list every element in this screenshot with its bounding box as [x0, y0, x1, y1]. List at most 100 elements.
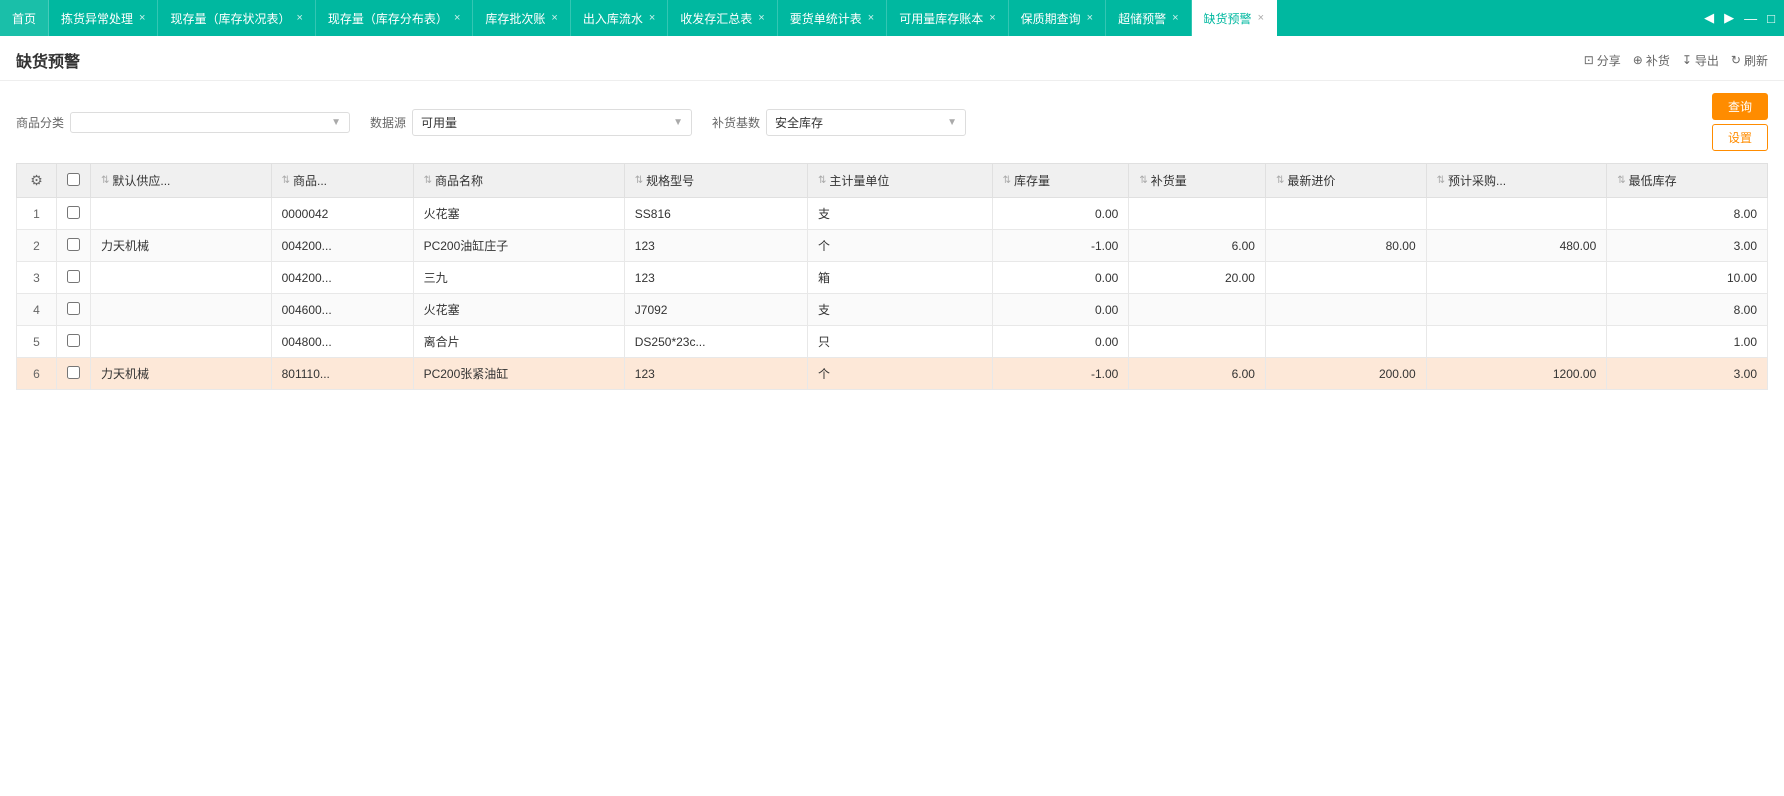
supplier-column-header[interactable]: ⇅默认供应... — [91, 164, 272, 198]
tab-close-icon[interactable]: × — [1087, 12, 1093, 24]
tab-close-icon[interactable]: × — [758, 12, 764, 24]
replenish-base-select[interactable]: 安全库存 ▼ — [766, 109, 966, 136]
tab-shortage[interactable]: 缺货预警 × — [1192, 0, 1277, 36]
replenish-column-header[interactable]: ⇅补货量 — [1129, 164, 1266, 198]
tab-navigation-buttons: ◀ ▶ — □ — [1695, 6, 1784, 30]
supplier-cell — [91, 294, 272, 326]
minimize-button[interactable]: — — [1739, 7, 1762, 30]
tab-flow[interactable]: 出入库流水 × — [571, 0, 668, 36]
tab-close-icon[interactable]: × — [649, 12, 655, 24]
refresh-button[interactable]: ↻ 刷新 — [1731, 52, 1768, 69]
share-button[interactable]: ⊡ 分享 — [1584, 52, 1621, 69]
tab-close-icon[interactable]: × — [868, 12, 874, 24]
min-stock-cell: 3.00 — [1607, 358, 1768, 390]
min-stock-cell: 8.00 — [1607, 294, 1768, 326]
stock-cell: -1.00 — [992, 358, 1129, 390]
goods-code-column-header[interactable]: ⇅商品... — [271, 164, 413, 198]
tab-prev-button[interactable]: ◀ — [1699, 6, 1719, 30]
tab-close-icon[interactable]: × — [1172, 12, 1178, 24]
row-checkbox[interactable] — [67, 302, 80, 315]
stock-column-header[interactable]: ⇅库存量 — [992, 164, 1129, 198]
goods-name-column-header[interactable]: ⇅商品名称 — [413, 164, 624, 198]
tab-label: 出入库流水 — [583, 10, 643, 27]
tab-available[interactable]: 可用量库存账本× — [887, 0, 1008, 36]
category-label: 商品分类 — [16, 114, 64, 131]
unit-column-header[interactable]: ⇅主计量单位 — [808, 164, 993, 198]
table-row: 5004800...离合片DS250*23c...只0.001.00 — [17, 326, 1768, 358]
tab-inventory2[interactable]: 现存量（库存分布表） × — [316, 0, 473, 36]
min-stock-cell: 8.00 — [1607, 198, 1768, 230]
goods-code-cell: 004600... — [271, 294, 413, 326]
spec-column-header[interactable]: ⇅规格型号 — [624, 164, 807, 198]
min-stock-cell: 1.00 — [1607, 326, 1768, 358]
replenish-cell — [1129, 294, 1266, 326]
page-header: 缺货预警 ⊡ 分享 ⊕ 补货 ↧ 导出 ↻ 刷新 — [0, 36, 1784, 81]
query-button[interactable]: 查询 — [1712, 93, 1768, 120]
replenish-cell — [1129, 198, 1266, 230]
goods-code-cell: 004200... — [271, 262, 413, 294]
tab-close-icon[interactable]: × — [296, 12, 302, 24]
column-gear-icon[interactable]: ⚙ — [30, 172, 43, 188]
replenish-button[interactable]: ⊕ 补货 — [1633, 52, 1670, 69]
supplier-cell: 力天机械 — [91, 230, 272, 262]
sort-icon: ⇅ — [1003, 175, 1011, 186]
sort-icon: ⇅ — [424, 175, 432, 186]
min-stock-column-header[interactable]: ⇅最低库存 — [1607, 164, 1768, 198]
tab-demand[interactable]: 要货单统计表 × — [778, 0, 887, 36]
stock-cell: -1.00 — [992, 230, 1129, 262]
tab-label: 要货单统计表 — [790, 10, 862, 27]
tab-collect[interactable]: 收发存汇总表× — [668, 0, 777, 36]
tab-next-button[interactable]: ▶ — [1719, 6, 1739, 30]
select-all-checkbox[interactable] — [67, 173, 80, 186]
tab-home[interactable]: 首页 — [0, 0, 49, 36]
sort-icon: ⇅ — [1617, 175, 1625, 186]
row-checkbox-cell — [57, 230, 91, 262]
tab-label: 缺货预警 — [1204, 10, 1252, 27]
stock-cell: 0.00 — [992, 294, 1129, 326]
goods-code-cell: 004800... — [271, 326, 413, 358]
supplier-cell — [91, 326, 272, 358]
row-checkbox[interactable] — [67, 334, 80, 347]
unit-cell: 支 — [808, 294, 993, 326]
row-checkbox[interactable] — [67, 238, 80, 251]
row-checkbox[interactable] — [67, 206, 80, 219]
checkbox-column-header — [57, 164, 91, 198]
tab-overstock[interactable]: 超储预警× — [1106, 0, 1191, 36]
maximize-button[interactable]: □ — [1762, 7, 1780, 30]
tab-label: 保质期查询 — [1021, 10, 1081, 27]
replenish-base-label: 补货基数 — [712, 114, 760, 131]
tab-abnormal[interactable]: 拣货异常处理× — [49, 0, 158, 36]
tabs-container: 首页拣货异常处理×现存量（库存状况表）×现存量（库存分布表）×库存批次账×出入库… — [0, 0, 1695, 36]
forecast-cell: 1200.00 — [1426, 358, 1607, 390]
replenish-cell: 6.00 — [1129, 358, 1266, 390]
category-chevron-icon: ▼ — [331, 117, 341, 128]
forecast-column-header[interactable]: ⇅预计采购... — [1426, 164, 1607, 198]
latest-price-column-header[interactable]: ⇅最新进价 — [1265, 164, 1426, 198]
share-icon: ⊡ — [1584, 53, 1594, 67]
row-checkbox[interactable] — [67, 270, 80, 283]
export-button[interactable]: ↧ 导出 — [1682, 52, 1719, 69]
tab-expiry[interactable]: 保质期查询 × — [1009, 0, 1106, 36]
tab-close-icon[interactable]: × — [989, 12, 995, 24]
settings-button[interactable]: 设置 — [1712, 124, 1768, 151]
datasource-select[interactable]: 可用量 ▼ — [412, 109, 692, 136]
tab-close-icon[interactable]: × — [551, 12, 557, 24]
forecast-cell — [1426, 198, 1607, 230]
export-icon: ↧ — [1682, 53, 1692, 67]
sort-icon: ⇅ — [1276, 175, 1284, 186]
tab-close-icon[interactable]: × — [139, 12, 145, 24]
row-checkbox[interactable] — [67, 366, 80, 379]
tab-label: 现存量（库存分布表） — [328, 10, 448, 27]
tab-close-icon[interactable]: × — [1258, 12, 1264, 24]
tab-inventory1[interactable]: 现存量（库存状况表）× — [158, 0, 315, 36]
row-number: 2 — [17, 230, 57, 262]
category-select[interactable]: ▼ — [70, 112, 350, 133]
tab-close-icon[interactable]: × — [454, 12, 460, 24]
replenish-cell: 20.00 — [1129, 262, 1266, 294]
datasource-select-value: 可用量 — [421, 114, 669, 131]
filter-area: 商品分类 ▼ 数据源 可用量 ▼ 补货基数 安全库存 ▼ 查询 设置 — [0, 81, 1784, 163]
filter-actions: 查询 设置 — [1712, 93, 1768, 151]
spec-cell: DS250*23c... — [624, 326, 807, 358]
tab-batch[interactable]: 库存批次账× — [473, 0, 570, 36]
stock-cell: 0.00 — [992, 326, 1129, 358]
